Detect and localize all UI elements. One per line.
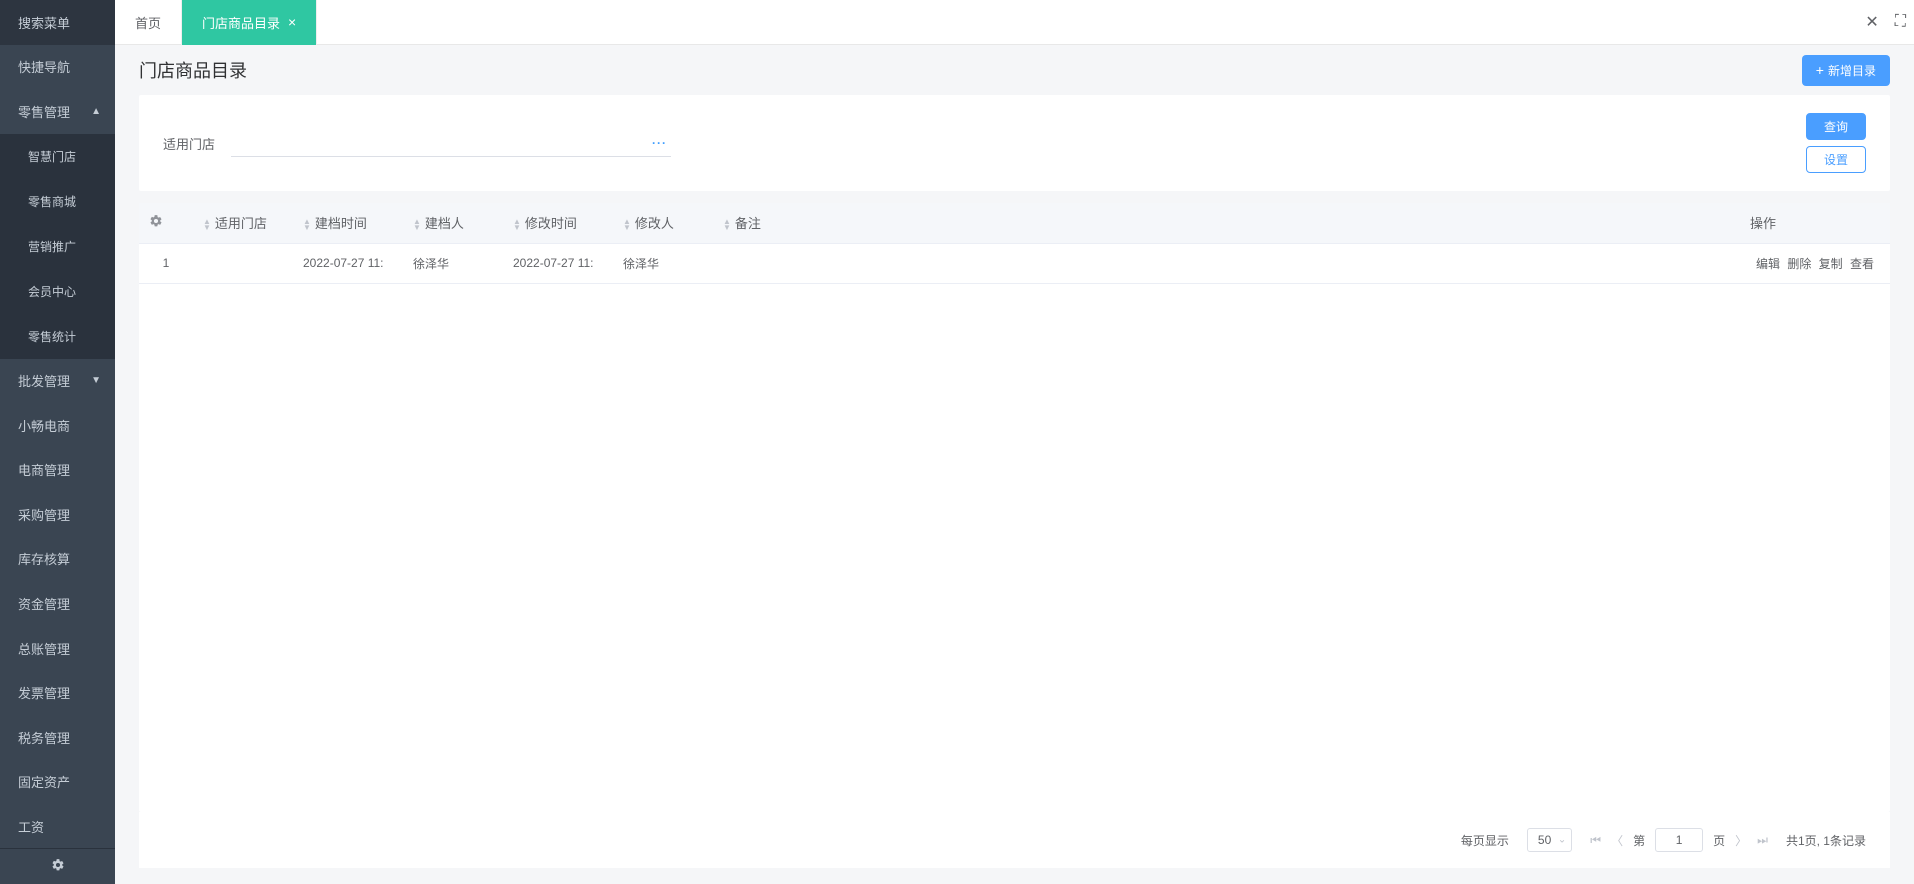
sidebar-item-ledger[interactable]: 总账管理 — [0, 626, 115, 671]
gear-icon — [149, 216, 163, 231]
sidebar-item-tax[interactable]: 税务管理 — [0, 715, 115, 760]
table-header-row: ▲▼ 适用门店 ▲▼ 建档时间 ▲▼ 建档人 ▲▼ 修改时间 ▲▼ 修改人 ▲▼ 备注 操作 — [139, 203, 1890, 243]
next-page-icon[interactable]: 〉 — [1735, 832, 1747, 849]
per-page-label: 每页显示 — [1461, 832, 1509, 849]
tab-bar-actions: ✕ ⛶ — [1865, 12, 1914, 32]
sidebar-item-salary[interactable]: 工资 — [0, 804, 115, 849]
cell-modify-time: 2022-07-27 11: — [503, 243, 613, 283]
cell-create-time: 2022-07-27 11: — [293, 243, 403, 283]
tab-home[interactable]: 首页 — [115, 0, 182, 45]
data-table: ▲▼ 适用门店 ▲▼ 建档时间 ▲▼ 建档人 ▲▼ 修改时间 ▲▼ 修改人 ▲▼ 备注 操作… — [139, 203, 1890, 284]
pagination-nav: ⏮ 〈 第 页 〉 ⏭ — [1590, 828, 1768, 852]
filter-actions: 查询 设置 — [1806, 113, 1866, 173]
close-all-tabs-icon[interactable]: ✕ — [1865, 12, 1878, 32]
cell-creator[interactable]: 徐泽华 — [403, 243, 503, 283]
pagination-bar: 每页显示 50 ⌄ ⏮ 〈 第 页 〉 ⏭ 共1页, 1条记录 — [139, 812, 1890, 868]
th-remark[interactable]: ▲▼ 备注 — [713, 203, 1740, 243]
last-page-icon[interactable]: ⏭ — [1757, 833, 1768, 848]
filter-store-input[interactable] — [231, 130, 671, 157]
page-header: 门店商品目录 + 新增目录 — [115, 45, 1914, 95]
gear-icon — [51, 858, 65, 875]
th-modify-time[interactable]: ▲▼ 修改时间 — [503, 203, 613, 243]
close-icon[interactable]: × — [288, 14, 296, 30]
page-number-input[interactable] — [1655, 828, 1703, 852]
filter-store-label: 适用门店 — [163, 134, 215, 153]
sidebar-quick-nav[interactable]: 快捷导航 — [0, 45, 115, 90]
sort-icon: ▲▼ — [303, 219, 311, 231]
filter-store-input-wrap: ··· — [231, 130, 671, 157]
tab-store-product-catalog[interactable]: 门店商品目录 × — [182, 0, 317, 45]
copy-action[interactable]: 复制 — [1817, 257, 1845, 271]
sidebar-settings-button[interactable] — [0, 848, 115, 884]
tab-active-label: 门店商品目录 — [202, 13, 280, 32]
edit-action[interactable]: 编辑 — [1754, 257, 1782, 271]
th-store-label: 适用门店 — [215, 216, 267, 231]
tab-bar: 首页 门店商品目录 × ✕ ⛶ — [115, 0, 1914, 45]
chevron-down-icon: ▼ — [91, 375, 101, 386]
sidebar-wholesale-mgmt[interactable]: 批发管理 ▼ — [0, 359, 115, 404]
page-title: 门店商品目录 — [139, 57, 247, 83]
chevron-up-icon: ▲ — [91, 106, 101, 117]
th-store[interactable]: ▲▼ 适用门店 — [193, 203, 293, 243]
column-settings-header[interactable] — [139, 203, 193, 243]
sidebar-item-ecommerce[interactable]: 电商管理 — [0, 448, 115, 493]
sidebar-wholesale-label: 批发管理 — [18, 371, 70, 390]
chevron-down-icon: ⌄ — [1558, 835, 1566, 846]
th-create-time-label: 建档时间 — [315, 216, 367, 231]
prev-page-icon[interactable]: 〈 — [1611, 832, 1623, 849]
settings-button[interactable]: 设置 — [1806, 146, 1866, 173]
plus-icon: + — [1816, 63, 1824, 77]
filter-bar: 适用门店 ··· 查询 设置 — [139, 95, 1890, 191]
sidebar-sub-marketing[interactable]: 营销推广 — [0, 224, 115, 269]
delete-action[interactable]: 删除 — [1785, 257, 1813, 271]
pagination-summary: 共1页, 1条记录 — [1786, 832, 1866, 849]
query-button[interactable]: 查询 — [1806, 113, 1866, 140]
cell-remark — [713, 243, 1740, 283]
page-suffix: 页 — [1713, 832, 1725, 849]
page-prefix: 第 — [1633, 832, 1645, 849]
cell-store — [193, 243, 293, 283]
table-row: 1 2022-07-27 11: 徐泽华 2022-07-27 11: 徐泽华 … — [139, 243, 1890, 283]
sort-icon: ▲▼ — [623, 219, 631, 231]
th-creator-label: 建档人 — [425, 216, 464, 231]
th-action: 操作 — [1740, 203, 1890, 243]
sidebar: 搜索菜单 快捷导航 零售管理 ▲ 智慧门店 零售商城 营销推广 会员中心 零售统… — [0, 0, 115, 884]
sidebar-sub-smart-store[interactable]: 智慧门店 — [0, 134, 115, 179]
sort-icon: ▲▼ — [513, 219, 521, 231]
sidebar-search-menu[interactable]: 搜索菜单 — [0, 0, 115, 45]
table-container: ▲▼ 适用门店 ▲▼ 建档时间 ▲▼ 建档人 ▲▼ 修改时间 ▲▼ 修改人 ▲▼ 备注 操作… — [139, 203, 1890, 812]
sort-icon: ▲▼ — [203, 219, 211, 231]
th-modifier[interactable]: ▲▼ 修改人 — [613, 203, 713, 243]
add-catalog-button[interactable]: + 新增目录 — [1802, 55, 1890, 86]
sidebar-retail-submenu: 智慧门店 零售商城 营销推广 会员中心 零售统计 — [0, 134, 115, 359]
sidebar-sub-retail-mall[interactable]: 零售商城 — [0, 179, 115, 224]
page-size-select[interactable]: 50 ⌄ — [1527, 828, 1572, 852]
th-modifier-label: 修改人 — [635, 216, 674, 231]
sidebar-item-xiaochang[interactable]: 小畅电商 — [0, 403, 115, 448]
sort-icon: ▲▼ — [413, 219, 421, 231]
more-icon[interactable]: ··· — [652, 136, 667, 150]
sidebar-item-inventory[interactable]: 库存核算 — [0, 537, 115, 582]
cell-modifier[interactable]: 徐泽华 — [613, 243, 713, 283]
first-page-icon[interactable]: ⏮ — [1590, 833, 1601, 848]
view-action[interactable]: 查看 — [1848, 257, 1876, 271]
sidebar-sub-member[interactable]: 会员中心 — [0, 269, 115, 314]
th-creator[interactable]: ▲▼ 建档人 — [403, 203, 503, 243]
th-modify-time-label: 修改时间 — [525, 216, 577, 231]
th-create-time[interactable]: ▲▼ 建档时间 — [293, 203, 403, 243]
sidebar-retail-label: 零售管理 — [18, 102, 70, 121]
th-remark-label: 备注 — [735, 216, 761, 231]
add-catalog-label: 新增目录 — [1828, 62, 1876, 79]
sidebar-item-fixed-assets[interactable]: 固定资产 — [0, 759, 115, 804]
sidebar-item-funds[interactable]: 资金管理 — [0, 581, 115, 626]
cell-actions: 编辑 删除 复制 查看 — [1740, 243, 1890, 283]
sort-icon: ▲▼ — [723, 219, 731, 231]
sidebar-item-invoice[interactable]: 发票管理 — [0, 670, 115, 715]
sidebar-sub-retail-stats[interactable]: 零售统计 — [0, 314, 115, 359]
fullscreen-icon[interactable]: ⛶ — [1895, 13, 1906, 31]
main-content: 首页 门店商品目录 × ✕ ⛶ 门店商品目录 + 新增目录 适用门店 ··· — [115, 0, 1914, 884]
sidebar-retail-mgmt[interactable]: 零售管理 ▲ — [0, 89, 115, 134]
sidebar-item-purchase[interactable]: 采购管理 — [0, 492, 115, 537]
cell-index: 1 — [139, 243, 193, 283]
